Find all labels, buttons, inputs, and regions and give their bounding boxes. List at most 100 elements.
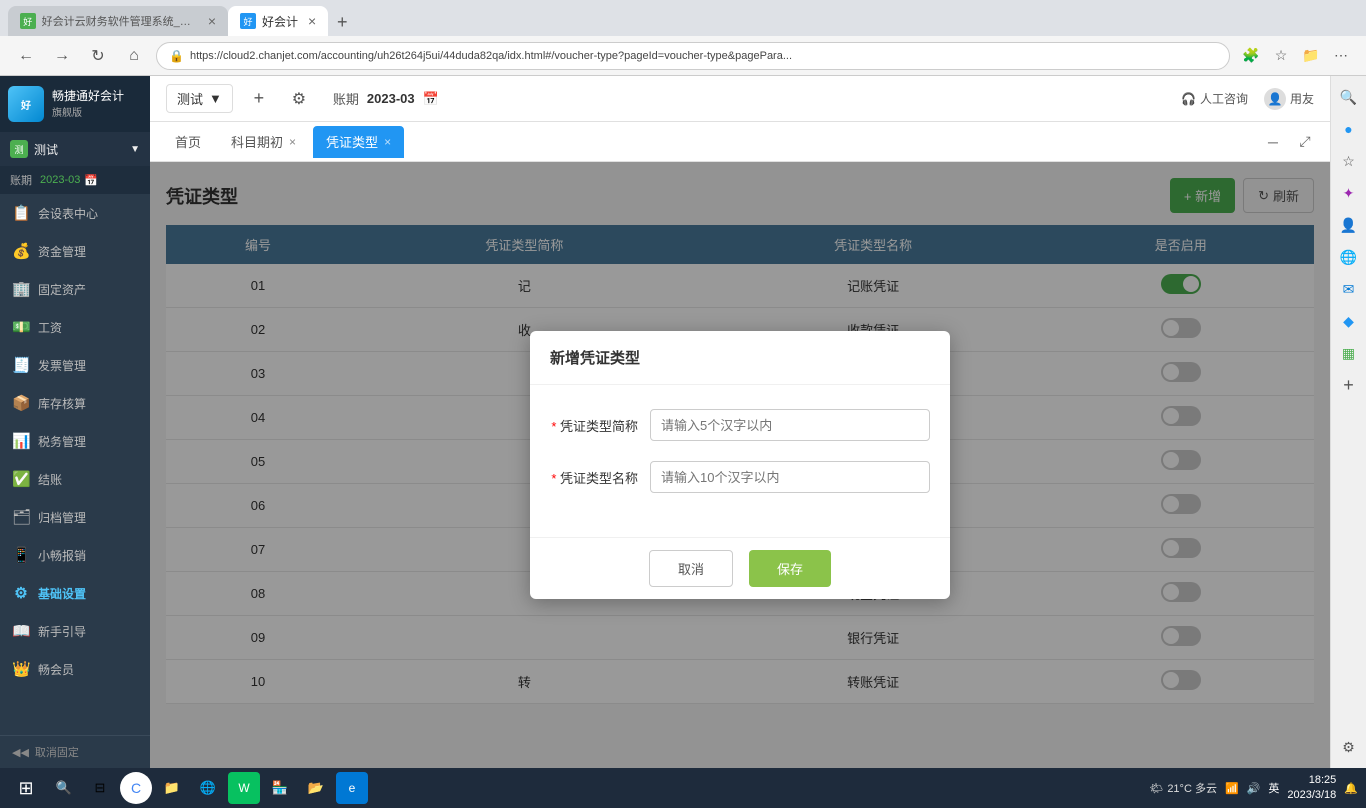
consult-button[interactable]: 🎧 人工咨询 (1181, 90, 1248, 107)
add-voucher-modal: 新增凭证类型 * * 凭证类型简称凭证类型简称 * 凭证类型名称 (530, 331, 950, 599)
sidebar-item-label: 税务管理 (38, 433, 86, 450)
taskbar-chrome-icon[interactable]: C (120, 772, 152, 804)
modal-title: 新增凭证类型 (530, 331, 950, 385)
tab-subject[interactable]: 科目期初 × (218, 126, 309, 158)
reload-button[interactable]: ↻ (84, 42, 112, 70)
address-bar[interactable]: 🔒 https://cloud2.chanjet.com/accounting/… (156, 42, 1230, 70)
period-text-label: 账期 (333, 89, 359, 108)
right-panel-blue-icon[interactable]: ● (1336, 116, 1362, 142)
favorites-button[interactable]: ☆ (1268, 43, 1294, 69)
headphone-icon: 🎧 (1181, 92, 1196, 106)
forward-button[interactable]: → (48, 42, 76, 70)
sidebar-item-finance[interactable]: 💰 资金管理 (0, 232, 150, 270)
sidebar-item-member[interactable]: 👑 畅会员 (0, 650, 150, 688)
sidebar-item-settings[interactable]: 📋 会设表中心 (0, 194, 150, 232)
taskbar-folder-icon[interactable]: 📁 (156, 772, 188, 804)
modal-overlay: 新增凭证类型 * * 凭证类型简称凭证类型简称 * 凭证类型名称 (150, 162, 1330, 768)
right-panel-diamond-icon[interactable]: ◆ (1336, 308, 1362, 334)
app-header: 测试 ▼ + ⚙ 账期 2023-03 📅 🎧 人工咨询 👤 (150, 76, 1330, 162)
taskbar-browser-icon[interactable]: e (336, 772, 368, 804)
sidebar-item-label: 畅会员 (38, 661, 74, 678)
full-name-input[interactable] (650, 461, 930, 493)
right-panel-add-icon[interactable]: + (1336, 372, 1362, 398)
sidebar-item-inventory[interactable]: 📦 库存核算 (0, 384, 150, 422)
tab-minimize-button[interactable]: ─ (1260, 129, 1286, 155)
right-panel-purple-icon[interactable]: ✦ (1336, 180, 1362, 206)
tab2-close[interactable]: × (308, 13, 316, 29)
right-panel-search-icon[interactable]: 🔍 (1336, 84, 1362, 110)
start-button[interactable]: ⊞ (8, 770, 44, 806)
content-area: 测试 ▼ + ⚙ 账期 2023-03 📅 🎧 人工咨询 👤 (150, 76, 1330, 768)
top-workspace-selector[interactable]: 测试 ▼ (166, 84, 233, 113)
tab-maximize-button[interactable]: ⤢ (1292, 129, 1318, 155)
cancel-pin-label: 取消固定 (35, 744, 79, 760)
sidebar-item-invoice[interactable]: 🧾 发票管理 (0, 346, 150, 384)
short-name-input[interactable] (650, 409, 930, 441)
tab2-title: 好会计 (262, 13, 298, 30)
user-button[interactable]: 👤 用友 (1264, 88, 1314, 110)
add-workspace-button[interactable]: + (245, 85, 273, 113)
right-panel-user-icon[interactable]: 👤 (1336, 212, 1362, 238)
tab-voucher-type[interactable]: 凭证类型 × (313, 126, 404, 158)
sidebar-item-label: 固定资产 (38, 281, 86, 298)
sidebar-item-label: 小畅报销 (38, 547, 86, 564)
browser-tab-1[interactable]: 好 好会计云财务软件管理系统_会计 × (8, 6, 228, 36)
taskbar: ⊞ 🔍 ⊟ C 📁 🌐 W 🏪 📂 e 🌤 21°C 多云 📶 🔊 英 18:2… (0, 768, 1366, 808)
full-name-label: * 凭证类型名称 (550, 468, 650, 487)
tab1-favicon: 好 (20, 13, 36, 29)
taskbar-app-icon[interactable]: 🏪 (264, 772, 296, 804)
tab1-close[interactable]: × (208, 13, 216, 29)
taskbar-search-icon[interactable]: 🔍 (48, 772, 80, 804)
period-value: 2023-03 (40, 174, 80, 186)
tab-voucher-close-icon[interactable]: × (384, 135, 391, 149)
guide-icon: 📖 (12, 622, 30, 640)
finance-icon: 💰 (12, 242, 30, 260)
calendar-icon[interactable]: 📅 (423, 91, 439, 107)
sidebar-item-assets[interactable]: 🏢 固定资产 (0, 270, 150, 308)
save-button[interactable]: 保存 (749, 550, 831, 587)
sidebar-item-salary[interactable]: 💵 工资 (0, 308, 150, 346)
tab-voucher-label: 凭证类型 (326, 132, 378, 151)
taskbar-multitask-icon[interactable]: ⊟ (84, 772, 116, 804)
right-panel-globe-icon[interactable]: 🌐 (1336, 244, 1362, 270)
tab-home[interactable]: 首页 (162, 126, 214, 158)
invoice-icon: 🧾 (12, 356, 30, 374)
user-label: 用友 (1290, 90, 1314, 107)
taskbar-files-icon[interactable]: 📂 (300, 772, 332, 804)
extensions-button[interactable]: 🧩 (1238, 43, 1264, 69)
back-button[interactable]: ← (12, 42, 40, 70)
sidebar-item-expense[interactable]: 📱 小畅报销 (0, 536, 150, 574)
notification-icon[interactable]: 🔔 (1344, 782, 1358, 795)
weather-temp: 21°C 多云 (1167, 780, 1217, 796)
home-button[interactable]: ⌂ (120, 42, 148, 70)
period-display: 账期 2023-03 📅 (0, 166, 150, 194)
name-required-icon: * (551, 471, 560, 486)
collections-button[interactable]: 📁 (1298, 43, 1324, 69)
settings-center-icon: 📋 (12, 204, 30, 222)
taskbar-edge-icon[interactable]: 🌐 (192, 772, 224, 804)
workspace-selector[interactable]: 测 测试 ▼ (0, 132, 150, 166)
tab-subject-close-icon[interactable]: × (289, 135, 296, 149)
sidebar-item-archive[interactable]: 🗂 归档管理 (0, 498, 150, 536)
right-panel-list-icon[interactable]: ▦ (1336, 340, 1362, 366)
settle-icon: ✅ (12, 470, 30, 488)
workspace-settings-button[interactable]: ⚙ (285, 85, 313, 113)
settings-button[interactable]: ⋯ (1328, 43, 1354, 69)
sidebar-item-tax[interactable]: 📊 税务管理 (0, 422, 150, 460)
new-tab-button[interactable]: + (328, 8, 356, 36)
app-logo: 好 (8, 86, 44, 122)
period-label: 账期 (10, 172, 32, 188)
period-section: 账期 2023-03 📅 (333, 89, 439, 108)
cancel-button[interactable]: 取消 (649, 550, 733, 587)
right-panel-star-icon[interactable]: ☆ (1336, 148, 1362, 174)
sidebar-item-settle[interactable]: ✅ 结账 (0, 460, 150, 498)
right-panel-settings-icon[interactable]: ⚙ (1336, 734, 1362, 760)
sidebar-item-basic[interactable]: ⚙ 基础设置 (0, 574, 150, 612)
archive-icon: 🗂 (12, 508, 30, 526)
short-required-icon: * (551, 419, 560, 434)
cancel-pin-button[interactable]: ◀◀ 取消固定 (0, 735, 150, 768)
right-panel-mail-icon[interactable]: ✉ (1336, 276, 1362, 302)
sidebar-item-guide[interactable]: 📖 新手引导 (0, 612, 150, 650)
taskbar-wechat-icon[interactable]: W (228, 772, 260, 804)
browser-tab-2[interactable]: 好 好会计 × (228, 6, 328, 36)
